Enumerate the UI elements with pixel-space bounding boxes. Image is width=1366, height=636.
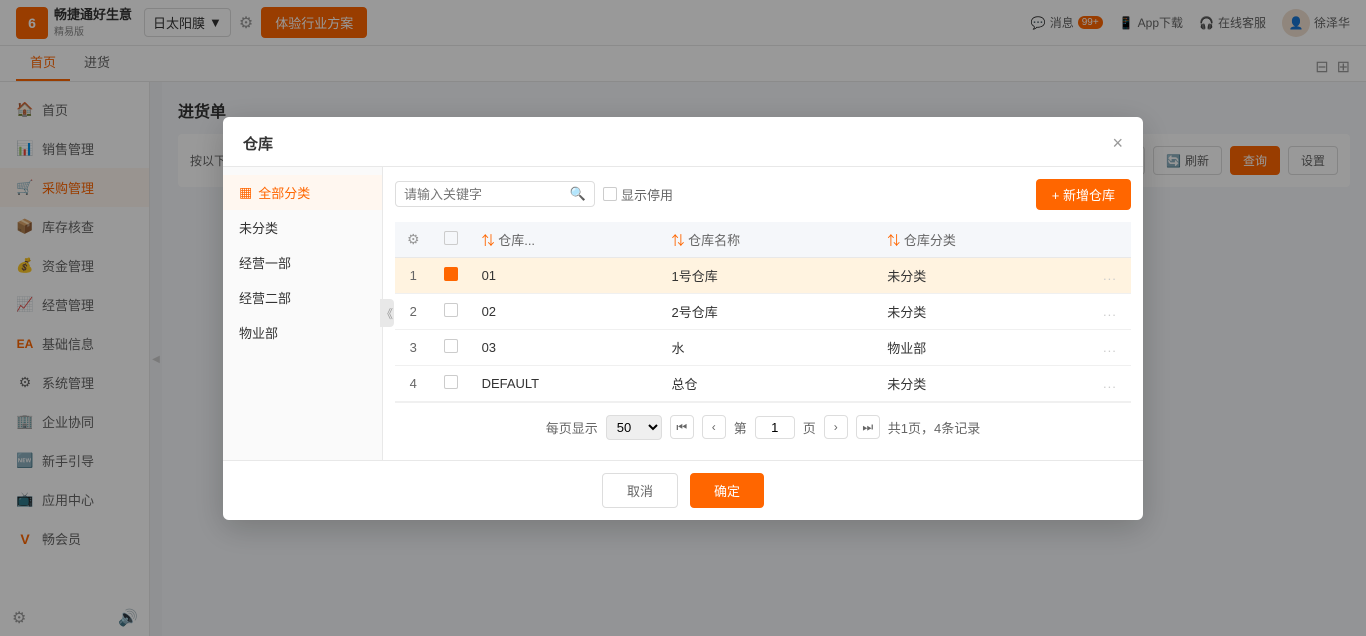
pagination: 每页显示 50 100 ⏮ ‹ 第 页 › ⏭ 共1页，4条记录: [395, 402, 1131, 448]
row-more-1[interactable]: ...: [1103, 268, 1117, 283]
last-page-btn[interactable]: ⏭: [856, 415, 880, 439]
table-row: 1 01 1号仓库 未分类 ...: [395, 257, 1131, 293]
row-checkbox-1[interactable]: [444, 267, 458, 281]
dialog-body: ▦ 全部分类 未分类 经营一部 经营二部 物业部 《: [223, 167, 1143, 460]
col-checkbox: [432, 222, 470, 258]
dialog-title: 仓库: [243, 133, 273, 154]
row-num-1: 1: [395, 257, 432, 293]
col-settings: ⚙: [395, 222, 432, 258]
col-name[interactable]: ⇅ 仓库名称: [659, 222, 875, 258]
table-area: 🔍 显示停用 + 新增仓库 ⚙: [383, 167, 1143, 460]
table-row: 2 02 2号仓库 未分类 ...: [395, 293, 1131, 329]
row-checkbox-2[interactable]: [444, 303, 458, 317]
cat-item-dept1[interactable]: 经营一部: [223, 245, 382, 280]
col-code[interactable]: ⇅ 仓库...: [470, 222, 660, 258]
row-more-2[interactable]: ...: [1103, 304, 1117, 319]
search-box: 🔍: [395, 181, 595, 207]
warehouse-dialog: 仓库 × ▦ 全部分类 未分类 经营一部 经营二部: [223, 117, 1143, 520]
col-settings-icon[interactable]: ⚙: [407, 231, 420, 247]
confirm-button[interactable]: 确定: [690, 473, 764, 508]
sort-category-icon: ⇅: [887, 233, 900, 248]
category-sidebar: ▦ 全部分类 未分类 经营一部 经营二部 物业部 《: [223, 167, 383, 460]
per-page-select[interactable]: 50 100: [606, 415, 662, 440]
add-warehouse-button[interactable]: + 新增仓库: [1036, 179, 1131, 210]
col-actions: [1091, 222, 1131, 258]
row-checkbox-3[interactable]: [444, 339, 458, 353]
first-page-btn[interactable]: ⏮: [670, 415, 694, 439]
show-disabled-toggle[interactable]: 显示停用: [603, 185, 673, 204]
category-collapse-button[interactable]: 《: [380, 299, 394, 327]
dialog-header: 仓库 ×: [223, 117, 1143, 167]
warehouse-table: ⚙ ⇅ 仓库... ⇅: [395, 222, 1131, 402]
table-toolbar: 🔍 显示停用 + 新增仓库: [395, 179, 1131, 210]
row-more-3[interactable]: ...: [1103, 340, 1117, 355]
modal-overlay: 仓库 × ▦ 全部分类 未分类 经营一部 经营二部: [0, 0, 1366, 636]
row-num-2: 2: [395, 293, 432, 329]
prev-page-btn[interactable]: ‹: [702, 415, 726, 439]
page-number-input[interactable]: [755, 416, 795, 439]
show-disabled-checkbox[interactable]: [603, 187, 617, 201]
search-input[interactable]: [404, 187, 564, 202]
next-page-btn[interactable]: ›: [824, 415, 848, 439]
dialog-close-button[interactable]: ×: [1112, 133, 1123, 154]
row-more-4[interactable]: ...: [1103, 376, 1117, 391]
sort-name-icon: ⇅: [671, 233, 684, 248]
cancel-button[interactable]: 取消: [602, 473, 678, 508]
cat-item-property[interactable]: 物业部: [223, 315, 382, 350]
all-cat-icon: ▦: [239, 184, 252, 201]
row-checkbox-4[interactable]: [444, 375, 458, 389]
sort-code-icon: ⇅: [482, 233, 495, 248]
table-row: 3 03 水 物业部 ...: [395, 329, 1131, 365]
cat-item-uncategorized[interactable]: 未分类: [223, 210, 382, 245]
table-row: 4 DEFAULT 总仓 未分类 ...: [395, 365, 1131, 401]
table-scroll-container: ⚙ ⇅ 仓库... ⇅: [395, 222, 1131, 402]
row-num-4: 4: [395, 365, 432, 401]
cat-item-all[interactable]: ▦ 全部分类: [223, 175, 382, 210]
select-all-checkbox[interactable]: [444, 231, 458, 245]
cat-item-dept2[interactable]: 经营二部: [223, 280, 382, 315]
col-category[interactable]: ⇅ 仓库分类: [875, 222, 1091, 258]
search-icon: 🔍: [570, 186, 586, 202]
dialog-footer: 取消 确定: [223, 460, 1143, 520]
row-num-3: 3: [395, 329, 432, 365]
